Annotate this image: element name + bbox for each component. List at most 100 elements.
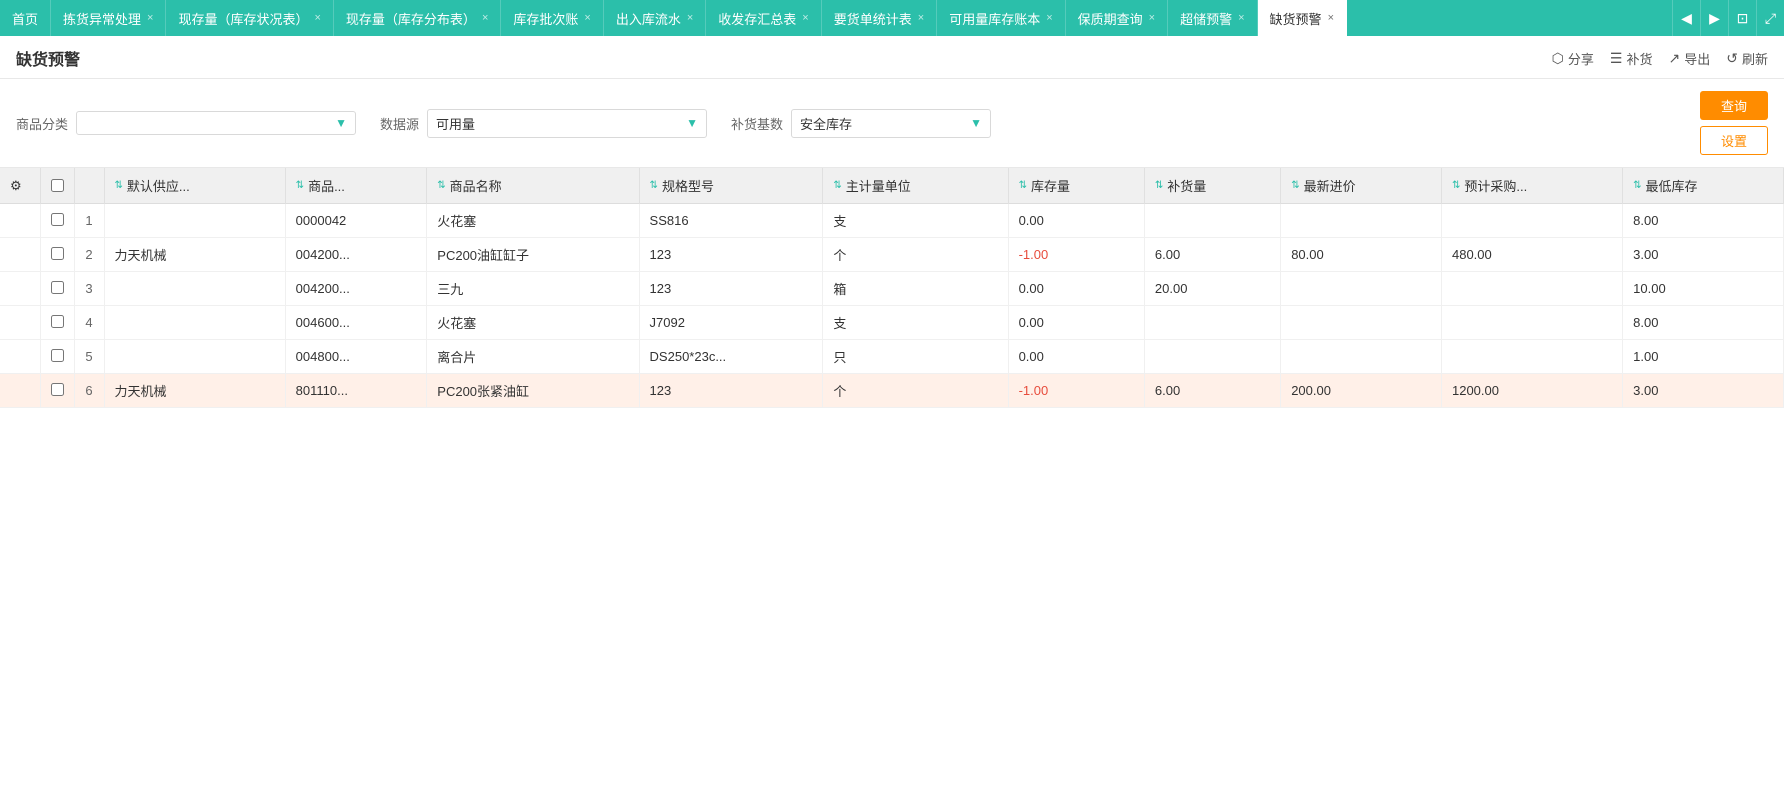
column-spec[interactable]: ⇅ 规格型号 — [639, 168, 823, 204]
close-icon[interactable]: × — [314, 12, 320, 24]
close-icon[interactable]: × — [482, 12, 488, 24]
column-supplement-qty[interactable]: ⇅ 补货量 — [1144, 168, 1280, 204]
tab-prev-button[interactable]: ◀ — [1672, 0, 1700, 36]
row-checkbox[interactable] — [51, 281, 64, 294]
column-goods-name[interactable]: ⇅ 商品名称 — [427, 168, 639, 204]
select-all-checkbox[interactable] — [51, 179, 64, 192]
row-default-supplier — [104, 306, 285, 340]
share-icon: ⬡ — [1552, 50, 1564, 67]
tab-pick-exception[interactable]: 拣货异常处理 × — [51, 0, 166, 36]
column-num — [74, 168, 104, 204]
tab-next-button[interactable]: ▶ — [1700, 0, 1728, 36]
row-est-purchase: 480.00 — [1441, 238, 1622, 272]
tab-expiry-query[interactable]: 保质期查询 × — [1066, 0, 1168, 36]
category-select[interactable]: ▼ — [76, 111, 356, 135]
row-goods-code: 004200... — [285, 238, 427, 272]
tab-expand-button[interactable]: ⤢ — [1756, 0, 1784, 36]
close-icon[interactable]: × — [1149, 12, 1155, 24]
row-est-purchase — [1441, 204, 1622, 238]
row-check-cell[interactable] — [40, 374, 74, 408]
row-unit: 支 — [823, 204, 1008, 238]
row-check-cell[interactable] — [40, 340, 74, 374]
row-spec: 123 — [639, 272, 823, 306]
row-spec: DS250*23c... — [639, 340, 823, 374]
row-est-purchase — [1441, 340, 1622, 374]
row-est-purchase: 1200.00 — [1441, 374, 1622, 408]
row-checkbox[interactable] — [51, 247, 64, 260]
export-button[interactable]: ↗ 导出 — [1669, 49, 1711, 68]
row-check-cell[interactable] — [40, 238, 74, 272]
chevron-down-icon: ▼ — [686, 116, 698, 130]
sort-icon: ⇅ — [1019, 180, 1027, 191]
row-unit: 个 — [823, 374, 1008, 408]
supplement-base-value: 安全库存 — [800, 114, 852, 133]
datasource-select[interactable]: 可用量 ▼ — [427, 109, 707, 138]
row-spec: 123 — [639, 238, 823, 272]
column-goods-code[interactable]: ⇅ 商品... — [285, 168, 427, 204]
tab-batch-account[interactable]: 库存批次账 × — [501, 0, 603, 36]
tab-inout-flow[interactable]: 出入库流水 × — [604, 0, 706, 36]
supplement-button[interactable]: ☰ 补货 — [1610, 49, 1653, 68]
row-number: 1 — [74, 204, 104, 238]
row-check-cell[interactable] — [40, 306, 74, 340]
sort-icon: ⇅ — [115, 180, 123, 191]
refresh-button[interactable]: ↺ 刷新 — [1726, 49, 1768, 68]
row-check-cell[interactable] — [40, 204, 74, 238]
row-checkbox[interactable] — [51, 315, 64, 328]
column-est-purchase[interactable]: ⇅ 预计采购... — [1441, 168, 1622, 204]
row-unit: 支 — [823, 306, 1008, 340]
row-goods-name: 三九 — [427, 272, 639, 306]
column-latest-price[interactable]: ⇅ 最新进价 — [1281, 168, 1442, 204]
row-supplement-qty — [1144, 340, 1280, 374]
datasource-label: 数据源 — [380, 114, 419, 133]
settings-button[interactable]: 设置 — [1700, 126, 1768, 155]
close-icon[interactable]: × — [1046, 12, 1052, 24]
row-checkbox[interactable] — [51, 383, 64, 396]
column-gear[interactable]: ⚙ — [0, 168, 40, 204]
page-title: 缺货预警 — [16, 46, 80, 70]
supplement-base-select[interactable]: 安全库存 ▼ — [791, 109, 991, 138]
tab-receive-summary[interactable]: 收发存汇总表 × — [706, 0, 821, 36]
sort-icon: ⇅ — [650, 180, 658, 191]
close-icon[interactable]: × — [1238, 12, 1244, 24]
tab-stock-status[interactable]: 现存量（库存状况表） × — [166, 0, 333, 36]
sort-icon: ⇅ — [437, 180, 445, 191]
close-icon[interactable]: × — [687, 12, 693, 24]
column-default-supplier[interactable]: ⇅ 默认供应... — [104, 168, 285, 204]
row-checkbox[interactable] — [51, 213, 64, 226]
table-row: 4 004600... 火花塞 J7092 支 0.00 8.00 — [0, 306, 1784, 340]
column-min-stock[interactable]: ⇅ 最低库存 — [1623, 168, 1784, 204]
column-unit[interactable]: ⇅ 主计量单位 — [823, 168, 1008, 204]
tab-home[interactable]: 首页 — [0, 0, 51, 36]
sort-icon: ⇅ — [1155, 180, 1163, 191]
category-filter-group: 商品分类 ▼ — [16, 111, 356, 135]
close-icon[interactable]: × — [147, 12, 153, 24]
tab-window-button[interactable]: ⊡ — [1728, 0, 1756, 36]
column-check[interactable] — [40, 168, 74, 204]
data-table: ⚙ ⇅ 默认供应... ⇅ 商 — [0, 168, 1784, 408]
tab-order-stats[interactable]: 要货单统计表 × — [822, 0, 937, 36]
query-button[interactable]: 查询 — [1700, 91, 1768, 120]
share-button[interactable]: ⬡ 分享 — [1552, 49, 1594, 68]
column-stock-qty[interactable]: ⇅ 库存量 — [1008, 168, 1144, 204]
close-icon[interactable]: × — [802, 12, 808, 24]
row-check-cell[interactable] — [40, 272, 74, 306]
row-goods-code: 004200... — [285, 272, 427, 306]
row-stock-qty: -1.00 — [1008, 238, 1144, 272]
table-row: 5 004800... 离合片 DS250*23c... 只 0.00 1.00 — [0, 340, 1784, 374]
row-unit: 箱 — [823, 272, 1008, 306]
row-checkbox[interactable] — [51, 349, 64, 362]
tab-overstock[interactable]: 超储预警 × — [1168, 0, 1257, 36]
row-goods-code: 0000042 — [285, 204, 427, 238]
tab-bar: 首页 拣货异常处理 × 现存量（库存状况表） × 现存量（库存分布表） × 库存… — [0, 0, 1784, 36]
main-content: 缺货预警 ⬡ 分享 ☰ 补货 ↗ 导出 ↺ 刷新 商品分类 — [0, 36, 1784, 796]
tab-nav-buttons: ◀ ▶ ⊡ ⤢ — [1672, 0, 1784, 36]
row-gear-cell — [0, 340, 40, 374]
row-latest-price — [1281, 306, 1442, 340]
tab-available-ledger[interactable]: 可用量库存账本 × — [937, 0, 1065, 36]
tab-stock-dist[interactable]: 现存量（库存分布表） × — [334, 0, 501, 36]
tab-shortage[interactable]: 缺货预警 × — [1258, 0, 1347, 36]
close-icon[interactable]: × — [1328, 12, 1334, 24]
close-icon[interactable]: × — [584, 12, 590, 24]
close-icon[interactable]: × — [918, 12, 924, 24]
